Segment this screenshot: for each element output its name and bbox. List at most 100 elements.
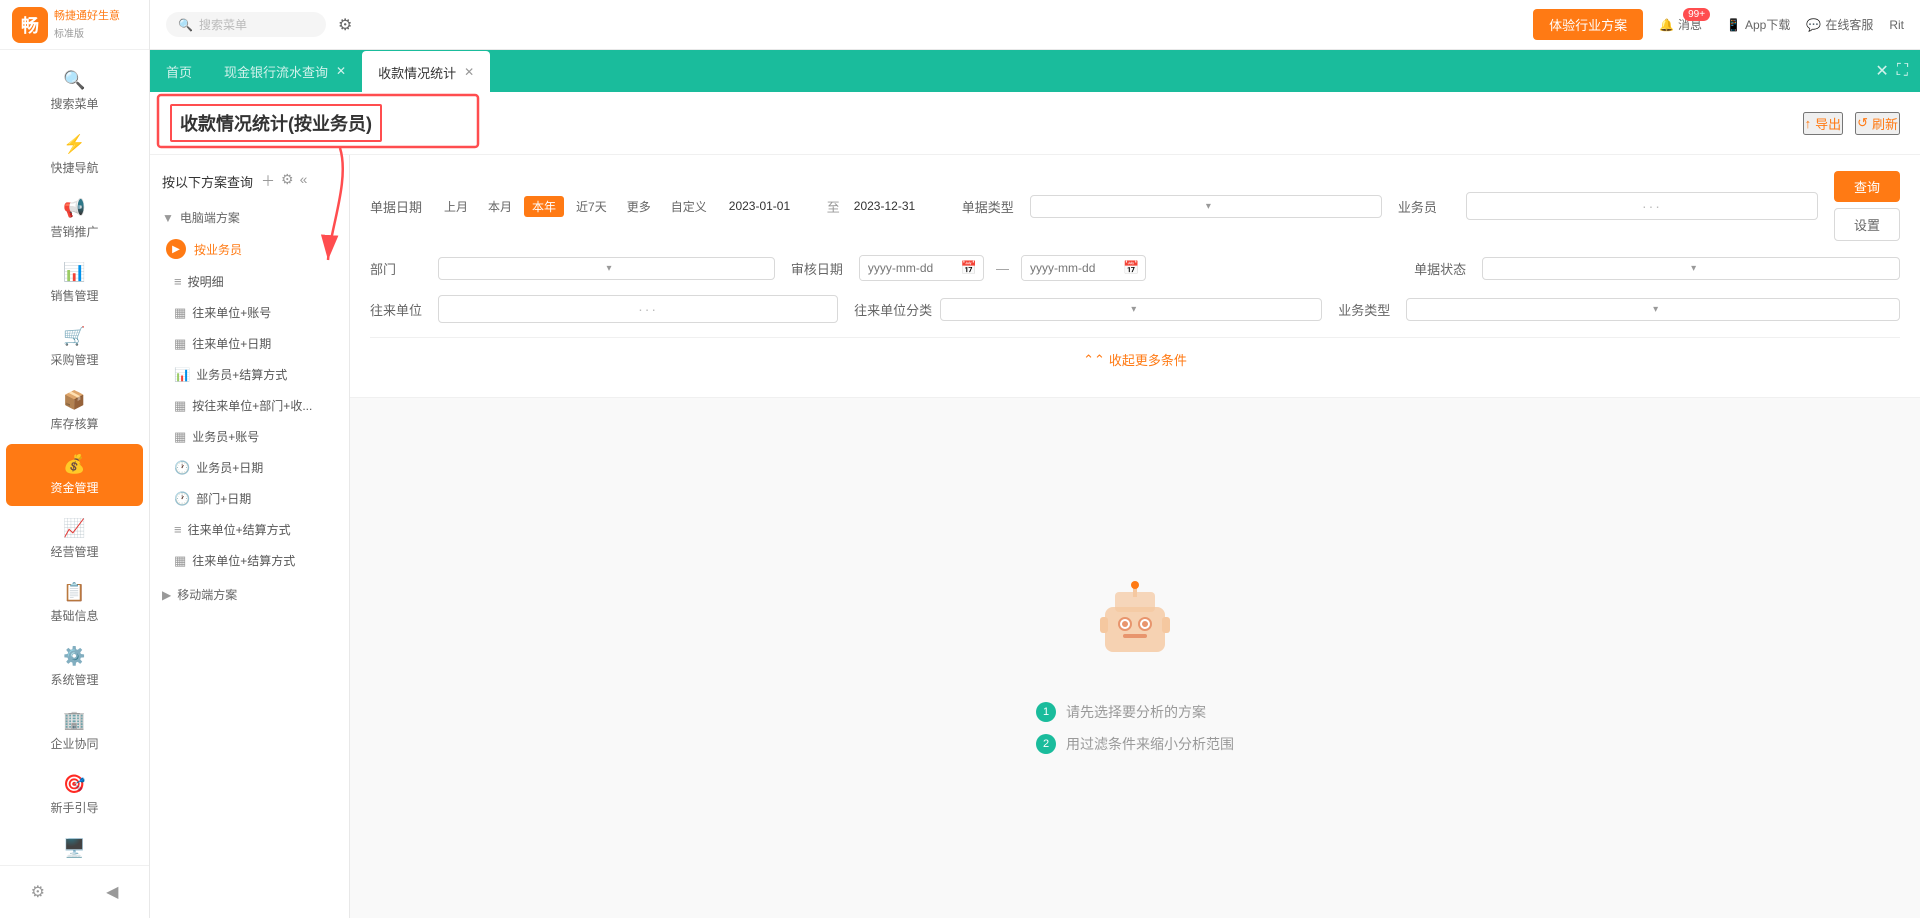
sidebar-item-business[interactable]: 📈 经营管理 [6,508,143,570]
tab-home[interactable]: 首页 [150,50,208,92]
page-container: 收款情况统计(按业务员) ↑ 导出 ↺ 刷新 按以下方 [150,92,1920,918]
filter-partner-category-item: 往来单位分类 ▾ [854,298,1322,321]
filter-row-1: 单据日期 上月 本月 本年 近7天 更多 自定义 2023-01-01 [370,171,1900,241]
review-date-from-input[interactable] [860,256,955,280]
sidebar-item-label: 销售管理 [50,287,98,304]
sidebar-item-enterprise[interactable]: 🏢 企业协同 [6,700,143,762]
date-tab-last7days[interactable]: 近7天 [568,196,615,217]
sidebar-item-purchase[interactable]: 🛒 采购管理 [6,316,143,378]
scheme-item-partner-date[interactable]: ▦ 往来单位+日期 [150,328,349,359]
scheme-item-label: 按业务员 [194,241,242,258]
scheme-item-by-staff[interactable]: ▶ 按业务员 [150,232,349,266]
user-name[interactable]: Rit [1889,18,1904,32]
tab-receipts-stat[interactable]: 收款情况统计 ✕ [362,51,490,93]
biztype-select[interactable]: ▾ [1406,298,1900,321]
scheme-group-mobile-title[interactable]: ▶ 移动端方案 [150,580,349,609]
staff-more-icon[interactable]: ··· [1642,198,1809,214]
date-tab-this-year[interactable]: 本年 [524,196,564,217]
sidebar-item-sales[interactable]: 📊 销售管理 [6,252,143,314]
scheme-settings-icon[interactable]: ⚙ [281,171,294,191]
review-date-to-input[interactable] [1022,256,1117,280]
date-tab-this-month[interactable]: 本月 [480,196,520,217]
notification-button[interactable]: 🔔 消息 99+ [1659,16,1702,33]
query-button[interactable]: 查询 [1834,171,1900,202]
scheme-group-desktop: ▼ 电脑端方案 ▶ 按业务员 ≡ 按明细 ▦ [150,203,349,576]
date-separator: 至 [827,197,840,216]
date-tab-prev-month[interactable]: 上月 [436,196,476,217]
date-tab-more[interactable]: 更多 [619,196,659,217]
sidebar-item-label: 快捷导航 [50,159,98,176]
sidebar-item-label: 资金管理 [50,479,98,496]
list-icon2: ≡ [174,522,182,537]
scheme-item-staff-account[interactable]: ▦ 业务员+账号 [150,421,349,452]
scheme-item-label: 往来单位+结算方式 [192,552,295,569]
topbar: 🔍 搜索菜单 ⚙ 体验行业方案 🔔 消息 99+ 📱 App下载 💬 [150,0,1920,50]
date-tab-custom[interactable]: 自定义 [663,196,715,217]
online-service-button[interactable]: 💬 在线客服 [1806,16,1873,33]
scheme-item-partner-settlement2[interactable]: ▦ 往来单位+结算方式 [150,545,349,576]
scheme-item-partner-settlement1[interactable]: ≡ 往来单位+结算方式 [150,514,349,545]
tab-bank-flow[interactable]: 现金银行流水查询 ✕ [208,50,362,92]
review-date-from[interactable]: 📅 [859,255,984,281]
sidebar-item-guide[interactable]: 🎯 新手引导 [6,764,143,826]
sidebar-item-label: 经营管理 [50,543,98,560]
settings-button[interactable]: 设置 [1834,208,1900,241]
refresh-button[interactable]: ↺ 刷新 [1855,112,1900,135]
partner-category-select[interactable]: ▾ [940,298,1322,321]
partner-input[interactable]: ··· [438,295,838,323]
tab-receipts-stat-close[interactable]: ✕ [464,65,474,79]
page-header: 收款情况统计(按业务员) ↑ 导出 ↺ 刷新 [150,92,1920,155]
doctype-select[interactable]: ▾ [1030,195,1382,218]
scheme-item-partner-dept-recv[interactable]: ▦ 按往来单位+部门+收... [150,390,349,421]
date-from-display[interactable]: 2023-01-01 [721,195,821,217]
staff-input[interactable]: ··· [1466,192,1818,220]
tab-home-label: 首页 [166,62,192,81]
date-to-display[interactable]: 2023-12-31 [846,195,946,217]
gear-icon[interactable]: ⚙ [338,15,352,35]
online-service-label: 在线客服 [1825,16,1873,33]
scheme-add-icon[interactable]: ＋ [261,171,275,191]
close-window-icon[interactable]: ✕ [1875,61,1888,81]
list-icon: ≡ [174,274,182,289]
settings-bottom-icon[interactable]: ⚙ [23,878,53,906]
sidebar-item-system[interactable]: ⚙️ 系统管理 [6,636,143,698]
tab-bank-flow-close[interactable]: ✕ [336,64,346,78]
review-date-separator: — [992,261,1013,276]
scheme-item-staff-date[interactable]: 🕐 业务员+日期 [150,452,349,483]
docstatus-select[interactable]: ▾ [1482,257,1900,280]
export-button[interactable]: ↑ 导出 [1803,112,1844,135]
search-box[interactable]: 🔍 搜索菜单 [166,12,326,37]
maximize-window-icon[interactable]: ⛶ [1897,62,1908,80]
scheme-item-dept-date[interactable]: 🕐 部门+日期 [150,483,349,514]
page-title: 收款情况统计(按业务员) [170,104,382,142]
sidebar-item-base[interactable]: 📋 基础信息 [6,572,143,634]
step-2-text: 用过滤条件来缩小分析范围 [1066,734,1234,754]
sidebar-item-finance[interactable]: 💰 资金管理 [6,444,143,506]
sidebar-item-label: 采购管理 [50,351,98,368]
trial-button[interactable]: 体验行业方案 [1533,9,1643,40]
scheme-header-title: 按以下方案查询 [162,172,253,191]
refresh-label: 刷新 [1872,114,1898,133]
date-tabs: 上月 本月 本年 近7天 更多 自定义 [436,196,715,217]
scheme-item-staff-settlement[interactable]: 📊 业务员+结算方式 [150,359,349,390]
sales-icon: 📊 [63,262,85,283]
biztype-label: 业务类型 [1338,300,1398,319]
collapse-more-button[interactable]: ⌃⌃ 收起更多条件 [370,337,1900,381]
scheme-item-by-detail[interactable]: ≡ 按明细 [150,266,349,297]
sidebar-item-search[interactable]: 🔍 搜索菜单 [6,60,143,122]
logo: 畅 畅捷通好生意 标准版 [0,0,149,50]
sidebar-item-marketing[interactable]: 📢 营销推广 [6,188,143,250]
scheme-collapse-icon[interactable]: « [300,171,308,191]
sidebar-item-quicknav[interactable]: ⚡ 快捷导航 [6,124,143,186]
logo-icon: 畅 [12,7,48,43]
review-date-to[interactable]: 📅 [1021,255,1146,281]
collapse-sidebar-icon[interactable]: ◀ [98,878,126,906]
dept-select[interactable]: ▾ [438,257,775,280]
scheme-item-partner-account[interactable]: ▦ 往来单位+账号 [150,297,349,328]
scheme-group-desktop-title[interactable]: ▼ 电脑端方案 [150,203,349,232]
partner-more-icon[interactable]: ··· [638,301,829,317]
base-icon: 📋 [63,582,85,603]
app-download-button[interactable]: 📱 App下载 [1726,16,1790,33]
sidebar-item-hardware[interactable]: 🖥️ 智能硬件 [6,828,143,865]
sidebar-item-inventory[interactable]: 📦 库存核算 [6,380,143,442]
